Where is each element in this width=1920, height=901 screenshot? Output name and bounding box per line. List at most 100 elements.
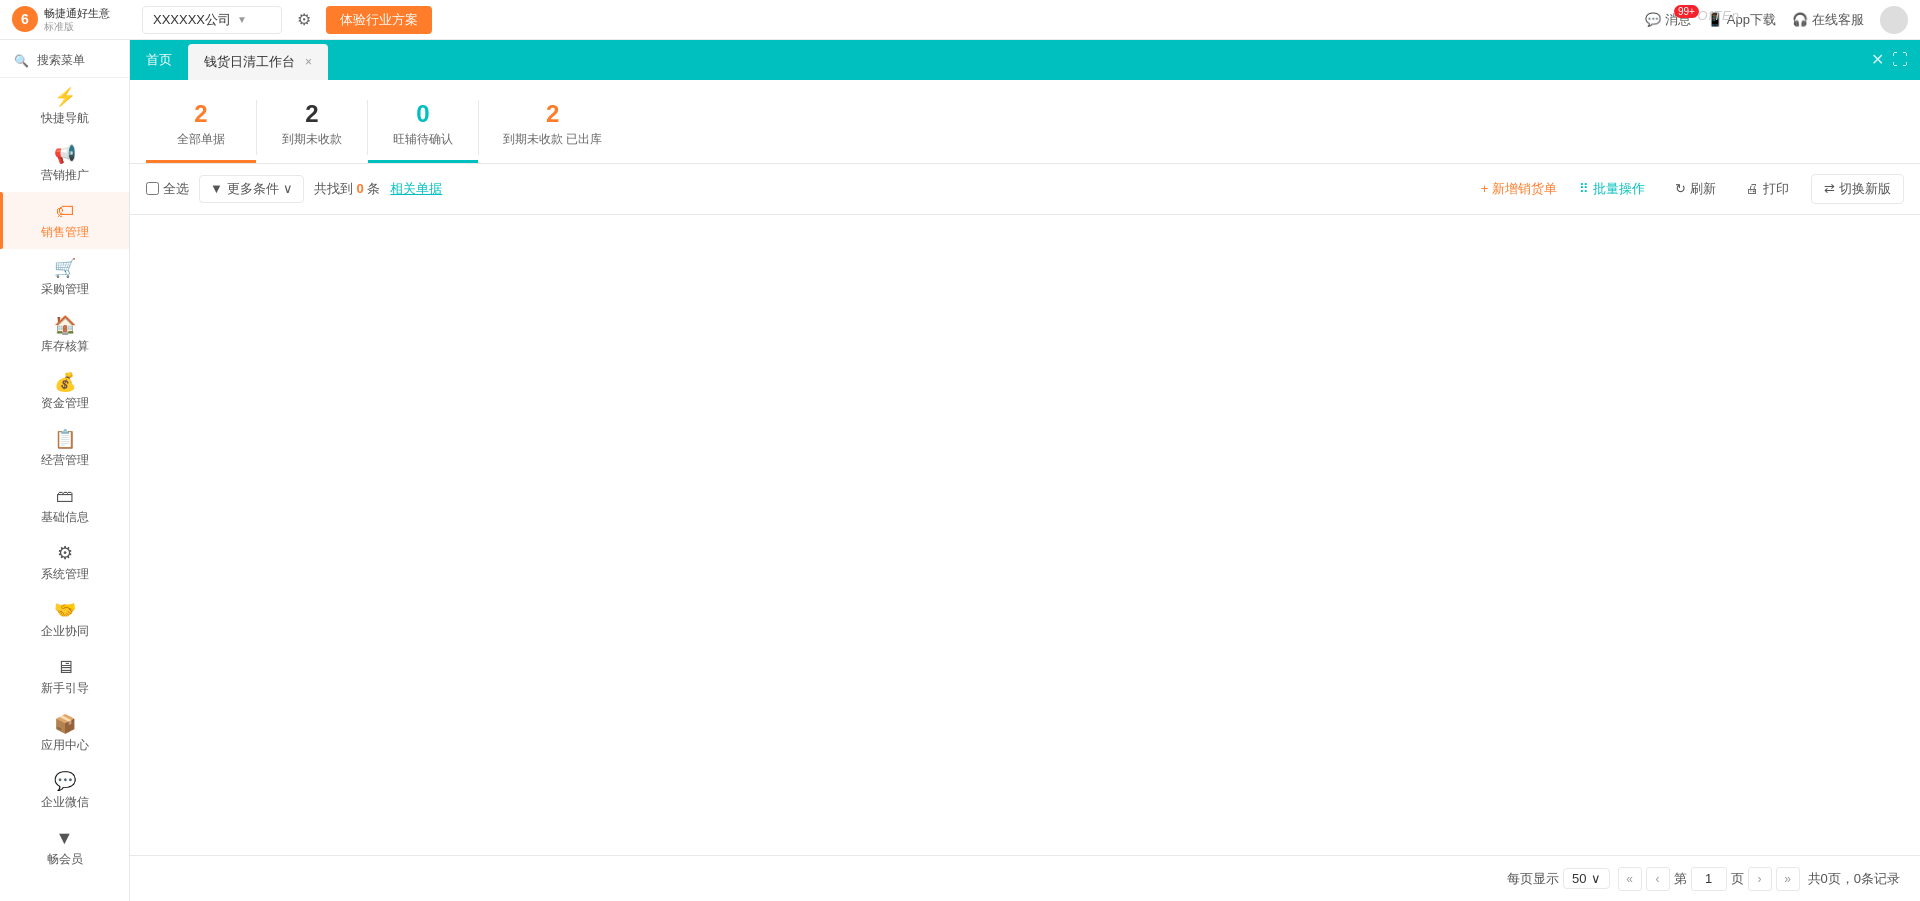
refresh-icon: ↻ (1675, 181, 1686, 196)
marketing-icon: 📢 (54, 145, 76, 163)
stat-tab-overdue-shipped[interactable]: 2 到期未收款 已出库 (479, 92, 626, 163)
message-badge: 99+ (1674, 5, 1699, 18)
sidebar-item-marketing[interactable]: 📢 营销推广 (0, 135, 129, 192)
company-name: XXXXXX公司 (153, 11, 231, 29)
online-service-button[interactable]: 🎧 在线客服 (1792, 11, 1864, 29)
guide-icon: 🖥 (56, 658, 74, 676)
print-icon: 🖨 (1746, 181, 1759, 196)
company-dropdown-arrow: ▼ (237, 14, 247, 25)
main-layout: 🔍 搜索菜单 ⚡ 快捷导航 📢 营销推广 🏷 销售管理 🛒 采购管理 🏠 库存核… (0, 40, 1920, 901)
top-bar: 6 畅捷通好生意 标准版 XXXXXX公司 ▼ ⚙ 体验行业方案 💬 消息 99… (0, 0, 1920, 40)
page-number-input[interactable] (1691, 867, 1727, 891)
purchase-icon: 🛒 (54, 259, 76, 277)
page-content: 2 全部单据 2 到期未收款 0 旺辅待确认 2 到期未收款 已出库 (130, 80, 1920, 901)
sidebar-item-sales[interactable]: 🏷 销售管理 (0, 192, 129, 249)
quick-nav-label: 快捷导航 (41, 110, 89, 127)
select-all-checkbox[interactable]: 全选 (146, 180, 189, 198)
sidebar-item-basic[interactable]: 🗃 基础信息 (0, 477, 129, 534)
new-sale-button[interactable]: + 新增销货单 (1481, 180, 1557, 198)
guide-label: 新手引导 (41, 680, 89, 697)
app-center-icon: 📦 (54, 715, 76, 733)
home-tab[interactable]: 首页 (130, 40, 188, 80)
sidebar-item-operation[interactable]: 📋 经营管理 (0, 420, 129, 477)
page-size-box[interactable]: 50 ∨ (1563, 868, 1609, 889)
content-area: 首页 钱货日清工作台 × ✕ ⛶ 2 全部单据 2 (130, 40, 1920, 901)
sidebar-item-app-center[interactable]: 📦 应用中心 (0, 705, 129, 762)
stat-all-count: 2 (194, 100, 207, 129)
sidebar-item-capital[interactable]: 💰 资金管理 (0, 363, 129, 420)
sidebar-item-guide[interactable]: 🖥 新手引导 (0, 648, 129, 705)
stat-tab-pending[interactable]: 0 旺辅待确认 (368, 92, 478, 163)
wechat-label: 企业微信 (41, 794, 89, 811)
stat-overdue-count: 2 (305, 100, 318, 129)
message-button[interactable]: 💬 消息 99+ (1645, 11, 1691, 29)
tab-minimize-button[interactable]: ✕ (1871, 52, 1884, 68)
active-tab-workbench[interactable]: 钱货日清工作台 × (188, 44, 328, 80)
stat-tab-overdue[interactable]: 2 到期未收款 (257, 92, 367, 163)
related-records-link[interactable]: 相关单据 (390, 180, 442, 198)
sales-label: 销售管理 (41, 224, 89, 241)
tab-expand-button[interactable]: ⛶ (1892, 52, 1908, 68)
pagination-bar: 每页显示 50 ∨ « ‹ 第 页 (130, 855, 1920, 901)
basic-icon: 🗃 (56, 487, 74, 505)
avatar[interactable] (1880, 6, 1908, 34)
tab-bar: 首页 钱货日清工作台 × ✕ ⛶ (130, 40, 1920, 80)
filter-arrow: ∨ (283, 181, 293, 196)
page-size-selector: 每页显示 50 ∨ (1507, 868, 1609, 889)
sidebar-item-member[interactable]: ▼ 畅会员 (0, 819, 129, 876)
page-navigation: « ‹ 第 页 › » (1618, 867, 1800, 891)
refresh-button[interactable]: ↻ 刷新 (1667, 176, 1724, 202)
page-size-value: 50 (1572, 871, 1586, 886)
sidebar-item-enterprise[interactable]: 🤝 企业协同 (0, 591, 129, 648)
message-icon: 💬 (1645, 12, 1661, 27)
app-center-label: 应用中心 (41, 737, 89, 754)
search-menu-label: 搜索菜单 (37, 52, 85, 69)
often-label: OfTEn (1697, 8, 1740, 23)
page-size-arrow: ∨ (1591, 871, 1601, 886)
batch-icon: ⠿ (1579, 181, 1589, 196)
member-label: 畅会员 (47, 851, 83, 868)
batch-op-button[interactable]: ⠿ 批量操作 (1571, 176, 1653, 202)
stat-tab-all[interactable]: 2 全部单据 (146, 92, 256, 163)
sidebar-item-purchase[interactable]: 🛒 采购管理 (0, 249, 129, 306)
sidebar-item-quick-nav[interactable]: ⚡ 快捷导航 (0, 78, 129, 135)
sales-icon: 🏷 (56, 202, 74, 220)
marketing-label: 营销推广 (41, 167, 89, 184)
stat-overdue-shipped-label: 到期未收款 已出库 (503, 131, 602, 148)
switch-version-button[interactable]: ⇄ 切换新版 (1811, 174, 1904, 204)
logo-subtitle: 标准版 (44, 20, 110, 33)
trial-button[interactable]: 体验行业方案 (326, 6, 432, 34)
company-selector[interactable]: XXXXXX公司 ▼ (142, 6, 282, 34)
stat-all-label: 全部单据 (177, 131, 225, 148)
found-count: 0 (357, 181, 364, 196)
filter-label: 更多条件 (227, 180, 279, 198)
headset-icon: 🎧 (1792, 12, 1808, 27)
purchase-label: 采购管理 (41, 281, 89, 298)
search-icon: 🔍 (14, 54, 29, 68)
total-records-label: 共0页，0条记录 (1808, 870, 1900, 888)
page-prefix: 第 (1674, 870, 1687, 888)
inventory-label: 库存核算 (41, 338, 89, 355)
sidebar: 🔍 搜索菜单 ⚡ 快捷导航 📢 营销推广 🏷 销售管理 🛒 采购管理 🏠 库存核… (0, 40, 130, 901)
sidebar-item-inventory[interactable]: 🏠 库存核算 (0, 306, 129, 363)
prev-page-button[interactable]: ‹ (1646, 867, 1670, 891)
tab-close-button[interactable]: × (305, 55, 312, 69)
switch-icon: ⇄ (1824, 181, 1835, 196)
last-page-button[interactable]: » (1776, 867, 1800, 891)
enterprise-icon: 🤝 (54, 601, 76, 619)
page-suffix: 页 (1731, 870, 1744, 888)
select-all-input[interactable] (146, 182, 159, 195)
enterprise-label: 企业协同 (41, 623, 89, 640)
capital-icon: 💰 (54, 373, 76, 391)
inventory-icon: 🏠 (54, 316, 76, 334)
search-menu-item[interactable]: 🔍 搜索菜单 (0, 44, 129, 78)
settings-icon[interactable]: ⚙ (290, 6, 318, 34)
member-icon: ▼ (56, 829, 74, 847)
filter-button[interactable]: ▼ 更多条件 ∨ (199, 175, 304, 203)
sidebar-item-wechat[interactable]: 💬 企业微信 (0, 762, 129, 819)
quick-nav-icon: ⚡ (54, 88, 76, 106)
next-page-button[interactable]: › (1748, 867, 1772, 891)
first-page-button[interactable]: « (1618, 867, 1642, 891)
print-button[interactable]: 🖨 打印 (1738, 176, 1797, 202)
sidebar-item-system[interactable]: ⚙ 系统管理 (0, 534, 129, 591)
